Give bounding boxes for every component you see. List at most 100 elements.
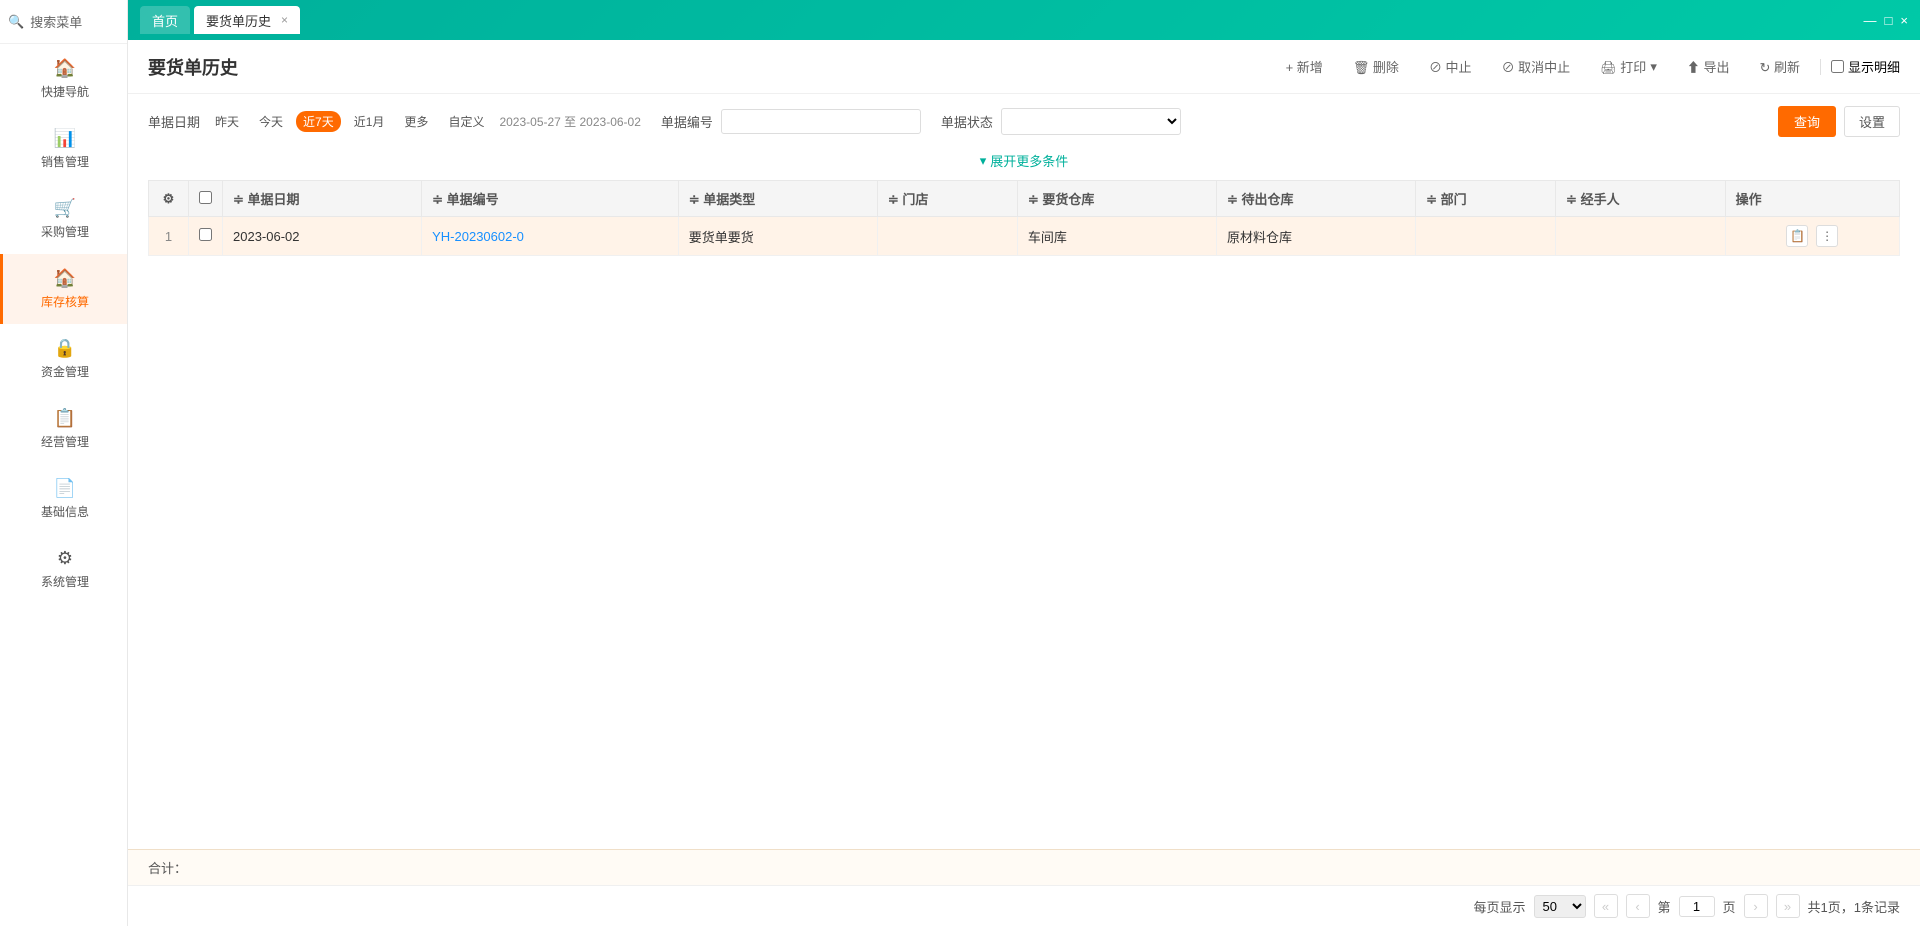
chart-icon: 📊 <box>54 128 76 149</box>
sidebar-item-label: 库存核算 <box>41 293 89 310</box>
next-page-button[interactable]: › <box>1744 894 1768 918</box>
content: 要货单历史 + 新增 🗑 删除 ⊘ 中止 ⊘ 取消中止 🖨 打印 ▾ ⬆ 导出 … <box>128 40 1920 926</box>
settings-button[interactable]: 设置 <box>1844 106 1900 137</box>
date-btn-7days[interactable]: 近7天 <box>296 111 341 132</box>
sidebar-search-label: 搜索菜单 <box>30 12 82 31</box>
cell-doc-number[interactable]: YH-20230602-0 <box>422 217 679 256</box>
th-handler[interactable]: ≑ 经手人 <box>1556 181 1726 217</box>
show-detail-label: 显示明细 <box>1848 57 1900 76</box>
th-doc-number[interactable]: ≑ 单据编号 <box>422 181 679 217</box>
table-header-row: ⚙ ≑ 单据日期 ≑ 单据编号 ≑ 单据类型 ≑ 门店 ≑ 要货仓库 ≑ 待出仓… <box>149 181 1900 217</box>
search-icon: 🔍 <box>8 14 24 30</box>
table-row: 1 2023-06-02 YH-20230602-0 要货单要货 车间库 原材料… <box>149 217 1900 256</box>
window-minimize-button[interactable]: — <box>1864 13 1877 28</box>
topbar: 首页 要货单历史 × — □ × <box>128 0 1920 40</box>
sidebar-item-purchase[interactable]: 🛒 采购管理 <box>0 184 127 254</box>
export-button[interactable]: ⬆ 导出 <box>1677 52 1740 81</box>
th-settings[interactable]: ⚙ <box>149 181 189 217</box>
toolbar-divider <box>1820 59 1821 75</box>
th-pending-warehouse[interactable]: ≑ 待出仓库 <box>1216 181 1415 217</box>
row-checkbox[interactable] <box>199 228 212 241</box>
home-icon: 🏠 <box>54 58 76 79</box>
per-page-select[interactable]: 20 50 100 <box>1534 895 1586 918</box>
sidebar-item-finance[interactable]: 🔒 资金管理 <box>0 324 127 394</box>
first-page-button[interactable]: « <box>1594 894 1618 918</box>
tab-home-label: 首页 <box>152 11 178 30</box>
show-detail-checkbox[interactable] <box>1831 60 1844 73</box>
th-store[interactable]: ≑ 门店 <box>877 181 1017 217</box>
date-btn-more[interactable]: 更多 <box>397 111 435 132</box>
date-filter-label: 单据日期 <box>148 112 200 131</box>
sidebar-item-system[interactable]: ⚙ 系统管理 <box>0 534 127 604</box>
filter-status-group: 单据状态 <box>941 108 1181 135</box>
date-btn-1month[interactable]: 近1月 <box>347 111 392 132</box>
cell-checkbox[interactable] <box>189 217 223 256</box>
th-req-warehouse[interactable]: ≑ 要货仓库 <box>1017 181 1216 217</box>
main: 首页 要货单历史 × — □ × 要货单历史 + 新增 🗑 删除 ⊘ 中止 ⊘ … <box>128 0 1920 926</box>
cell-doc-type: 要货单要货 <box>678 217 877 256</box>
cell-handler <box>1556 217 1726 256</box>
cell-req-warehouse: 车间库 <box>1017 217 1216 256</box>
footer-total-label: 合计： <box>148 861 187 876</box>
sidebar-item-label: 资金管理 <box>41 363 89 380</box>
row-more-button[interactable]: ⋮ <box>1816 225 1838 247</box>
show-detail-toggle[interactable]: 显示明细 <box>1831 57 1900 76</box>
date-btn-today[interactable]: 今天 <box>252 111 290 132</box>
cancel-stop-button[interactable]: ⊘ 取消中止 <box>1492 52 1581 81</box>
expand-filter-button[interactable]: ▾ 展开更多条件 <box>980 151 1069 170</box>
date-btn-yesterday[interactable]: 昨天 <box>208 111 246 132</box>
status-select[interactable] <box>1001 108 1181 135</box>
th-department[interactable]: ≑ 部门 <box>1416 181 1556 217</box>
select-all-checkbox[interactable] <box>199 191 212 204</box>
chevron-down-icon: ▾ <box>980 153 987 169</box>
topbar-right: — □ × <box>1864 13 1908 28</box>
doc-number-link[interactable]: YH-20230602-0 <box>432 229 524 244</box>
total-info: 共1页，1条记录 <box>1808 897 1900 916</box>
print-button[interactable]: 🖨 打印 ▾ <box>1590 52 1667 81</box>
sidebar-item-basic[interactable]: 📄 基础信息 <box>0 464 127 534</box>
th-doc-type[interactable]: ≑ 单据类型 <box>678 181 877 217</box>
per-page-label: 每页显示 <box>1473 897 1525 916</box>
page-number-input[interactable] <box>1679 896 1715 917</box>
sidebar-item-label: 系统管理 <box>41 573 89 590</box>
th-ops: 操作 <box>1725 181 1899 217</box>
filter-area: 单据日期 昨天 今天 近7天 近1月 更多 自定义 2023-05-27 至 2… <box>128 94 1920 180</box>
cell-ops: 📋 ⋮ <box>1725 217 1899 256</box>
doc-number-input[interactable] <box>721 109 921 134</box>
inventory-icon: 🏠 <box>54 268 76 289</box>
gear-icon: ⚙ <box>57 548 73 569</box>
tab-close-icon[interactable]: × <box>281 13 288 27</box>
sidebar-item-inventory[interactable]: 🏠 库存核算 <box>0 254 127 324</box>
expand-label: 展开更多条件 <box>990 151 1068 170</box>
sidebar-item-quick-nav[interactable]: 🏠 快捷导航 <box>0 44 127 114</box>
row-view-button[interactable]: 📋 <box>1786 225 1808 247</box>
stop-button[interactable]: ⊘ 中止 <box>1419 52 1482 81</box>
filter-actions: 查询 设置 <box>1778 106 1900 137</box>
lock-icon: 🔒 <box>54 338 76 359</box>
cell-department <box>1416 217 1556 256</box>
refresh-button[interactable]: ↻ 刷新 <box>1749 52 1810 81</box>
query-button[interactable]: 查询 <box>1778 106 1836 137</box>
cart-icon: 🛒 <box>54 198 76 219</box>
sidebar-item-label: 销售管理 <box>41 153 89 170</box>
delete-button[interactable]: 🗑 删除 <box>1343 52 1409 81</box>
cell-pending-warehouse: 原材料仓库 <box>1216 217 1415 256</box>
table-wrapper: ⚙ ≑ 单据日期 ≑ 单据编号 ≑ 单据类型 ≑ 门店 ≑ 要货仓库 ≑ 待出仓… <box>128 180 1920 849</box>
prev-page-button[interactable]: ‹ <box>1626 894 1650 918</box>
last-page-button[interactable]: » <box>1776 894 1800 918</box>
window-maximize-button[interactable]: □ <box>1885 13 1893 28</box>
th-doc-date[interactable]: ≑ 单据日期 <box>223 181 422 217</box>
print-chevron-icon: ▾ <box>1650 59 1657 75</box>
new-button[interactable]: + 新增 <box>1276 52 1333 81</box>
window-close-button[interactable]: × <box>1900 13 1908 28</box>
sidebar-search[interactable]: 🔍 搜索菜单 <box>0 0 127 44</box>
expand-row: ▾ 展开更多条件 <box>148 147 1900 180</box>
tab-requisition-history[interactable]: 要货单历史 × <box>194 6 300 34</box>
sidebar-item-operations[interactable]: 📋 经营管理 <box>0 394 127 464</box>
tab-home[interactable]: 首页 <box>140 6 190 34</box>
sidebar-item-sales[interactable]: 📊 销售管理 <box>0 114 127 184</box>
filter-row-1: 单据日期 昨天 今天 近7天 近1月 更多 自定义 2023-05-27 至 2… <box>148 106 1900 137</box>
date-btn-custom[interactable]: 自定义 <box>441 111 491 132</box>
status-label: 单据状态 <box>941 112 993 131</box>
th-checkbox[interactable] <box>189 181 223 217</box>
